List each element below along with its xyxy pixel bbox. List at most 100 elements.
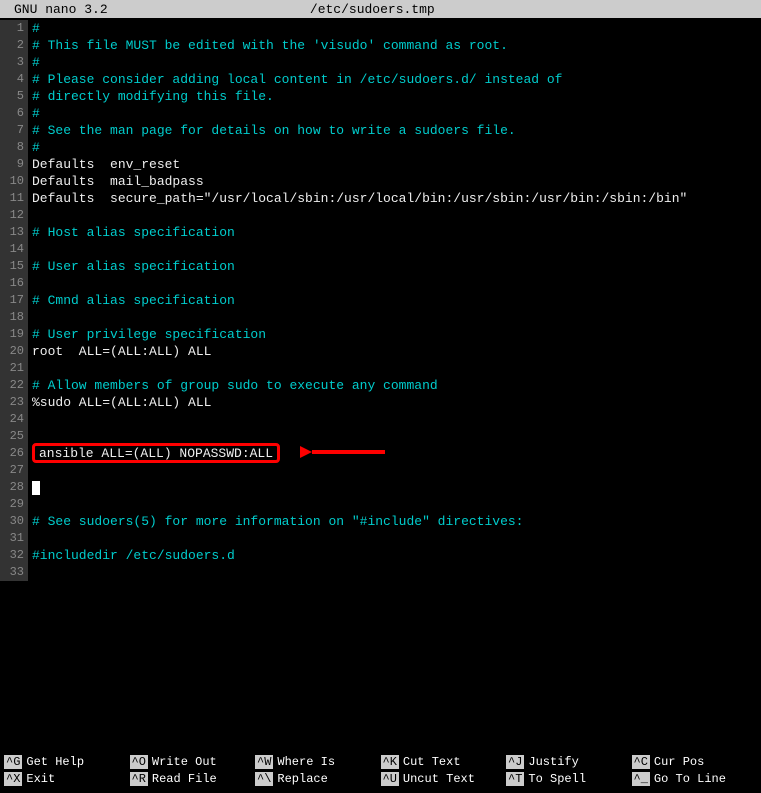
- line-content[interactable]: #: [28, 54, 40, 71]
- line-content[interactable]: Defaults secure_path="/usr/local/sbin:/u…: [28, 190, 687, 207]
- line-content[interactable]: #: [28, 105, 40, 122]
- line-number: 9: [0, 156, 28, 173]
- line-content[interactable]: #: [28, 139, 40, 156]
- line-content[interactable]: # See the man page for details on how to…: [28, 122, 516, 139]
- shortcut-key: ^O: [130, 755, 148, 769]
- line-content[interactable]: # Please consider adding local content i…: [28, 71, 563, 88]
- editor-line[interactable]: 31: [0, 530, 761, 547]
- line-number: 21: [0, 360, 28, 377]
- line-number: 32: [0, 547, 28, 564]
- shortcut-key: ^K: [381, 755, 399, 769]
- editor-line[interactable]: 23%sudo ALL=(ALL:ALL) ALL: [0, 394, 761, 411]
- line-content[interactable]: [28, 530, 32, 547]
- line-content[interactable]: # directly modifying this file.: [28, 88, 274, 105]
- shortcut-key: ^X: [4, 772, 22, 786]
- editor-line[interactable]: 20root ALL=(ALL:ALL) ALL: [0, 343, 761, 360]
- line-number: 31: [0, 530, 28, 547]
- line-content[interactable]: [28, 462, 32, 479]
- editor-line[interactable]: 22# Allow members of group sudo to execu…: [0, 377, 761, 394]
- editor-line[interactable]: 13# Host alias specification: [0, 224, 761, 241]
- help-shortcut: ^GGet Help: [4, 753, 130, 770]
- shortcut-label: Justify: [528, 755, 578, 769]
- line-content[interactable]: # This file MUST be edited with the 'vis…: [28, 37, 508, 54]
- line-content[interactable]: # Allow members of group sudo to execute…: [28, 377, 438, 394]
- editor-line[interactable]: 8#: [0, 139, 761, 156]
- editor-line[interactable]: 14: [0, 241, 761, 258]
- editor-line[interactable]: 10Defaults mail_badpass: [0, 173, 761, 190]
- line-content[interactable]: [28, 496, 32, 513]
- line-content[interactable]: [28, 360, 32, 377]
- editor-line[interactable]: 5# directly modifying this file.: [0, 88, 761, 105]
- line-content[interactable]: #includedir /etc/sudoers.d: [28, 547, 235, 564]
- nano-editor-window: GNU nano 3.2 /etc/sudoers.tmp 1#2# This …: [0, 0, 761, 793]
- line-number: 23: [0, 394, 28, 411]
- line-content[interactable]: Defaults mail_badpass: [28, 173, 204, 190]
- editor-line[interactable]: 3#: [0, 54, 761, 71]
- line-content[interactable]: [28, 411, 32, 428]
- editor-line[interactable]: 12: [0, 207, 761, 224]
- line-content[interactable]: [28, 275, 32, 292]
- editor-line[interactable]: 28: [0, 479, 761, 496]
- editor-line[interactable]: 6#: [0, 105, 761, 122]
- editor-line[interactable]: 2# This file MUST be edited with the 'vi…: [0, 37, 761, 54]
- line-content[interactable]: ansible ALL=(ALL) NOPASSWD:ALL: [28, 445, 280, 462]
- editor-line[interactable]: 32#includedir /etc/sudoers.d: [0, 547, 761, 564]
- editor-line[interactable]: 15# User alias specification: [0, 258, 761, 275]
- help-shortcut: ^UUncut Text: [381, 770, 507, 787]
- editor-line[interactable]: 18: [0, 309, 761, 326]
- shortcut-label: To Spell: [528, 772, 586, 786]
- editor-line[interactable]: 21: [0, 360, 761, 377]
- shortcut-key: ^W: [255, 755, 273, 769]
- shortcut-key: ^T: [506, 772, 524, 786]
- editor-line[interactable]: 1#: [0, 20, 761, 37]
- shortcut-label: Where Is: [277, 755, 335, 769]
- file-name: /etc/sudoers.tmp: [108, 2, 637, 17]
- editor-line[interactable]: 4# Please consider adding local content …: [0, 71, 761, 88]
- editor-line[interactable]: 30# See sudoers(5) for more information …: [0, 513, 761, 530]
- line-content[interactable]: root ALL=(ALL:ALL) ALL: [28, 343, 211, 360]
- app-name: GNU nano 3.2: [4, 2, 108, 17]
- line-content[interactable]: %sudo ALL=(ALL:ALL) ALL: [28, 394, 211, 411]
- editor-line[interactable]: 7# See the man page for details on how t…: [0, 122, 761, 139]
- shortcut-label: Get Help: [26, 755, 84, 769]
- shortcut-label: Read File: [152, 772, 217, 786]
- line-content[interactable]: # Cmnd alias specification: [28, 292, 235, 309]
- line-number: 10: [0, 173, 28, 190]
- line-content[interactable]: # User alias specification: [28, 258, 235, 275]
- editor-line[interactable]: 27: [0, 462, 761, 479]
- line-content[interactable]: Defaults env_reset: [28, 156, 180, 173]
- editor-line[interactable]: 11Defaults secure_path="/usr/local/sbin:…: [0, 190, 761, 207]
- line-number: 13: [0, 224, 28, 241]
- editor-line[interactable]: 24: [0, 411, 761, 428]
- line-content[interactable]: [28, 207, 32, 224]
- editor-line[interactable]: 29: [0, 496, 761, 513]
- nano-help-bar: ^GGet Help^OWrite Out^WWhere Is^KCut Tex…: [0, 751, 761, 793]
- help-shortcut: ^XExit: [4, 770, 130, 787]
- editor-line[interactable]: 33: [0, 564, 761, 581]
- line-content[interactable]: [28, 564, 32, 581]
- editor-line[interactable]: 19# User privilege specification: [0, 326, 761, 343]
- line-number: 20: [0, 343, 28, 360]
- editor-line[interactable]: 17# Cmnd alias specification: [0, 292, 761, 309]
- line-content[interactable]: [28, 241, 32, 258]
- line-number: 30: [0, 513, 28, 530]
- line-content[interactable]: # User privilege specification: [28, 326, 266, 343]
- text-cursor: [32, 481, 40, 495]
- line-content[interactable]: [28, 479, 40, 496]
- help-shortcut: ^T To Spell: [506, 770, 632, 787]
- line-content[interactable]: # Host alias specification: [28, 224, 235, 241]
- line-content[interactable]: # See sudoers(5) for more information on…: [28, 513, 523, 530]
- line-content[interactable]: #: [28, 20, 40, 37]
- line-content[interactable]: [28, 428, 32, 445]
- shortcut-label: Go To Line: [654, 772, 726, 786]
- line-number: 15: [0, 258, 28, 275]
- line-number: 18: [0, 309, 28, 326]
- editor-line[interactable]: 9Defaults env_reset: [0, 156, 761, 173]
- line-number: 2: [0, 37, 28, 54]
- editor-line[interactable]: 16: [0, 275, 761, 292]
- shortcut-key: ^U: [381, 772, 399, 786]
- line-number: 26: [0, 445, 28, 462]
- editor-line[interactable]: 26ansible ALL=(ALL) NOPASSWD:ALL: [0, 445, 761, 462]
- line-content[interactable]: [28, 309, 32, 326]
- editor-content[interactable]: 1#2# This file MUST be edited with the '…: [0, 18, 761, 581]
